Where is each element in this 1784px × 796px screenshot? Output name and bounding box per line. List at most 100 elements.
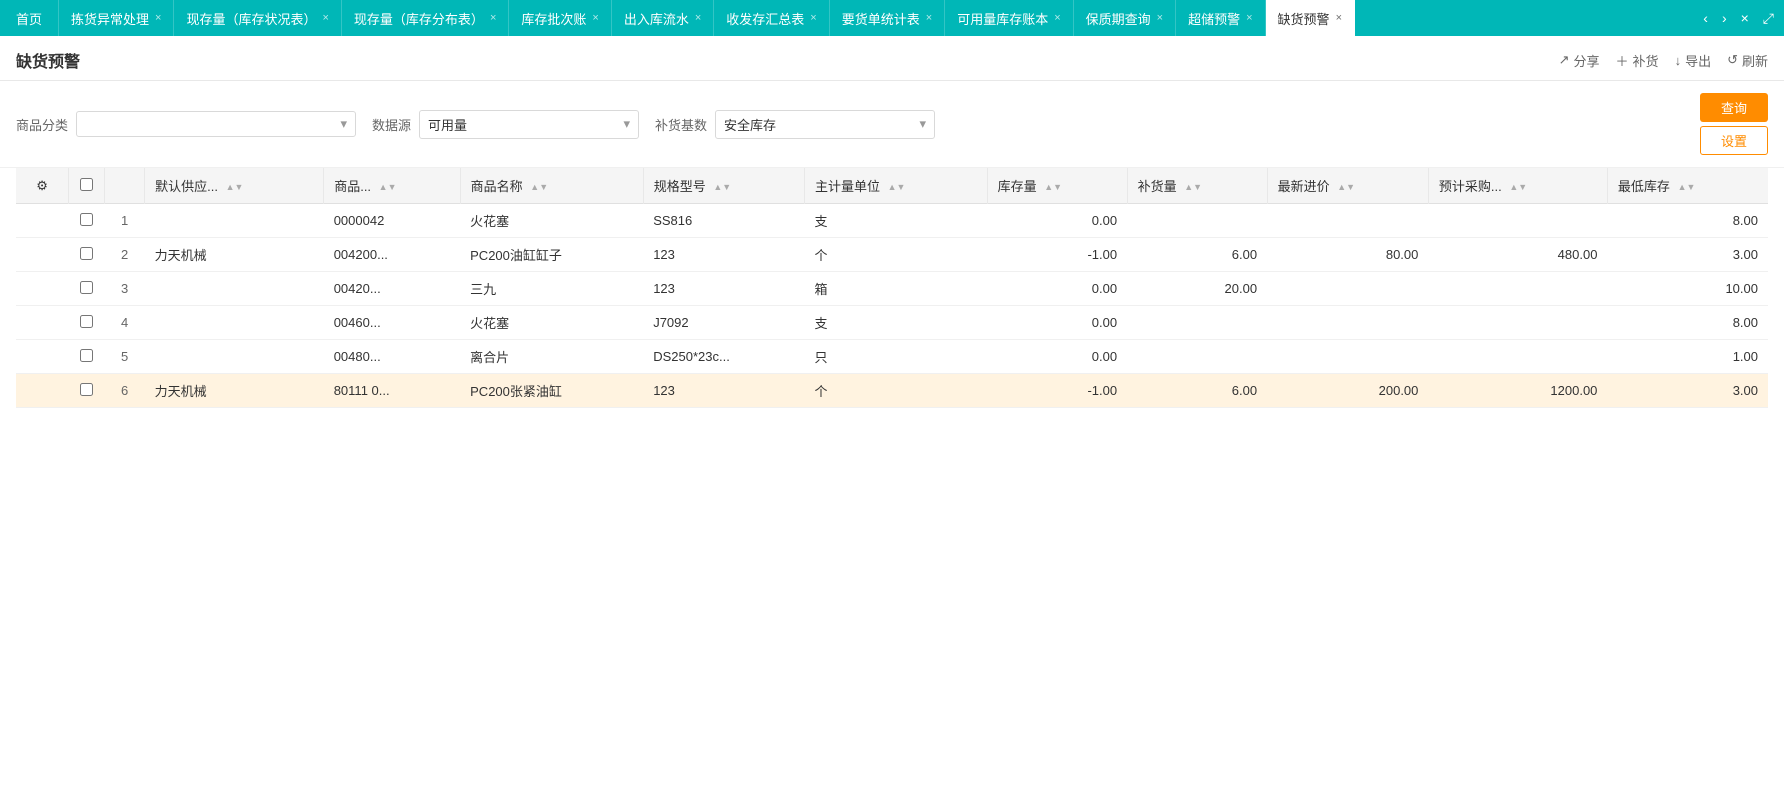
close-inventory-status-icon[interactable]: × — [322, 12, 328, 24]
tab-home[interactable]: 首页 — [0, 0, 59, 36]
row-index-2: 3 — [105, 272, 145, 306]
tab-inventory-status[interactable]: 现存量（库存状况表） × — [174, 0, 341, 36]
row-supplier-3 — [145, 306, 324, 340]
row-checkbox-4[interactable] — [80, 349, 93, 362]
close-expiry-query-icon[interactable]: × — [1157, 12, 1163, 24]
row-checkbox-2[interactable] — [80, 281, 93, 294]
row-est-purchase-3 — [1428, 306, 1607, 340]
tab-receive-summary[interactable]: 收发存汇总表 × — [714, 0, 829, 36]
close-available-ledger-icon[interactable]: × — [1054, 12, 1060, 24]
row-check-3[interactable] — [69, 306, 105, 340]
th-stock[interactable]: 库存量 ▲▼ — [987, 168, 1127, 204]
nav-next-button[interactable]: › — [1716, 6, 1733, 30]
row-spec-1: 123 — [643, 238, 804, 272]
sort-stock-icon: ▲▼ — [1044, 183, 1062, 192]
row-checkbox-0[interactable] — [80, 213, 93, 226]
settings-button[interactable]: 设置 — [1700, 126, 1768, 155]
row-check-0[interactable] — [69, 204, 105, 238]
tab-batch-account[interactable]: 库存批次账 × — [509, 0, 611, 36]
close-overstock-icon[interactable]: × — [1246, 12, 1252, 24]
th-est-purchase[interactable]: 预计采购... ▲▼ — [1428, 168, 1607, 204]
datasource-select[interactable]: 可用量 ▾ — [419, 110, 639, 139]
th-name[interactable]: 商品名称 ▲▼ — [460, 168, 643, 204]
replenish-base-chevron-icon: ▾ — [920, 116, 927, 132]
row-latest-price-1: 80.00 — [1267, 238, 1428, 272]
row-checkbox-3[interactable] — [80, 315, 93, 328]
data-table: ⚙ 默认供应... ▲▼ 商品... ▲▼ 商品名称 — [16, 168, 1768, 408]
row-name-0: 火花塞 — [460, 204, 643, 238]
sort-replenish-icon: ▲▼ — [1184, 183, 1202, 192]
th-gear[interactable]: ⚙ — [16, 168, 69, 204]
close-inventory-dist-icon[interactable]: × — [490, 12, 496, 24]
close-receive-summary-icon[interactable]: × — [810, 12, 816, 24]
row-supplier-4 — [145, 340, 324, 374]
close-inout-flow-icon[interactable]: × — [695, 12, 701, 24]
th-code[interactable]: 商品... ▲▼ — [324, 168, 460, 204]
row-supplier-2 — [145, 272, 324, 306]
row-check-2[interactable] — [69, 272, 105, 306]
th-spec[interactable]: 规格型号 ▲▼ — [643, 168, 804, 204]
export-icon: ↓ — [1675, 53, 1682, 68]
tab-order-stats[interactable]: 要货单统计表 × — [830, 0, 945, 36]
category-label: 商品分类 — [16, 115, 68, 134]
nav-fullscreen-button[interactable]: ⤢ — [1757, 6, 1780, 31]
nav-close-button[interactable]: × — [1735, 6, 1755, 30]
row-stock-3: 0.00 — [987, 306, 1127, 340]
category-select[interactable]: ▾ — [76, 111, 356, 137]
row-supplier-5: 力天机械 — [145, 374, 324, 408]
row-unit-4: 只 — [805, 340, 988, 374]
row-latest-price-5: 200.00 — [1267, 374, 1428, 408]
row-replenish-1: 6.00 — [1127, 238, 1267, 272]
row-latest-price-2 — [1267, 272, 1428, 306]
replenish-icon: ＋ — [1616, 51, 1629, 70]
th-latest-price[interactable]: 最新进价 ▲▼ — [1267, 168, 1428, 204]
tab-available-ledger[interactable]: 可用量库存账本 × — [945, 0, 1073, 36]
row-name-2: 三九 — [460, 272, 643, 306]
sort-name-icon: ▲▼ — [530, 183, 548, 192]
row-stock-4: 0.00 — [987, 340, 1127, 374]
row-stock-1: -1.00 — [987, 238, 1127, 272]
category-filter-group: 商品分类 ▾ — [16, 111, 356, 137]
tab-expiry-query[interactable]: 保质期查询 × — [1074, 0, 1176, 36]
tab-inout-flow[interactable]: 出入库流水 × — [612, 0, 714, 36]
row-name-1: PC200油缸缸子 — [460, 238, 643, 272]
close-batch-account-icon[interactable]: × — [592, 12, 598, 24]
replenish-button[interactable]: ＋ 补货 — [1616, 51, 1659, 70]
th-checkbox — [69, 168, 105, 204]
query-button[interactable]: 查询 — [1700, 93, 1768, 122]
row-min-stock-1: 3.00 — [1607, 238, 1768, 272]
row-stock-2: 0.00 — [987, 272, 1127, 306]
tab-overstock[interactable]: 超储预警 × — [1176, 0, 1265, 36]
row-index-5: 6 — [105, 374, 145, 408]
top-nav: 首页 拣货异常处理 × 现存量（库存状况表） × 现存量（库存分布表） × 库存… — [0, 0, 1784, 36]
th-supplier[interactable]: 默认供应... ▲▼ — [145, 168, 324, 204]
select-all-checkbox[interactable] — [80, 178, 93, 191]
row-spec-4: DS250*23c... — [643, 340, 804, 374]
table-header-row: ⚙ 默认供应... ▲▼ 商品... ▲▼ 商品名称 — [16, 168, 1768, 204]
row-checkbox-1[interactable] — [80, 247, 93, 260]
th-replenish[interactable]: 补货量 ▲▼ — [1127, 168, 1267, 204]
replenish-base-select[interactable]: 安全库存 ▾ — [715, 110, 935, 139]
tab-shortage[interactable]: 缺货预警 × — [1266, 0, 1355, 36]
row-checkbox-5[interactable] — [80, 383, 93, 396]
nav-prev-button[interactable]: ‹ — [1697, 6, 1714, 30]
row-check-5[interactable] — [69, 374, 105, 408]
row-unit-1: 个 — [805, 238, 988, 272]
share-button[interactable]: ↗ 分享 — [1559, 51, 1600, 70]
export-button[interactable]: ↓ 导出 — [1675, 51, 1712, 70]
close-shortage-icon[interactable]: × — [1336, 12, 1342, 24]
tab-exception[interactable]: 拣货异常处理 × — [59, 0, 174, 36]
row-check-4[interactable] — [69, 340, 105, 374]
close-exception-icon[interactable]: × — [155, 12, 161, 24]
header-actions: ↗ 分享 ＋ 补货 ↓ 导出 ↺ 刷新 — [1559, 51, 1768, 70]
row-replenish-5: 6.00 — [1127, 374, 1267, 408]
close-order-stats-icon[interactable]: × — [926, 12, 932, 24]
datasource-filter-group: 数据源 可用量 ▾ — [372, 110, 639, 139]
th-min-stock[interactable]: 最低库存 ▲▼ — [1607, 168, 1768, 204]
row-unit-2: 箱 — [805, 272, 988, 306]
row-check-1[interactable] — [69, 238, 105, 272]
row-est-purchase-4 — [1428, 340, 1607, 374]
tab-inventory-dist[interactable]: 现存量（库存分布表） × — [342, 0, 509, 36]
th-unit[interactable]: 主计量单位 ▲▼ — [805, 168, 988, 204]
refresh-button[interactable]: ↺ 刷新 — [1727, 51, 1768, 70]
